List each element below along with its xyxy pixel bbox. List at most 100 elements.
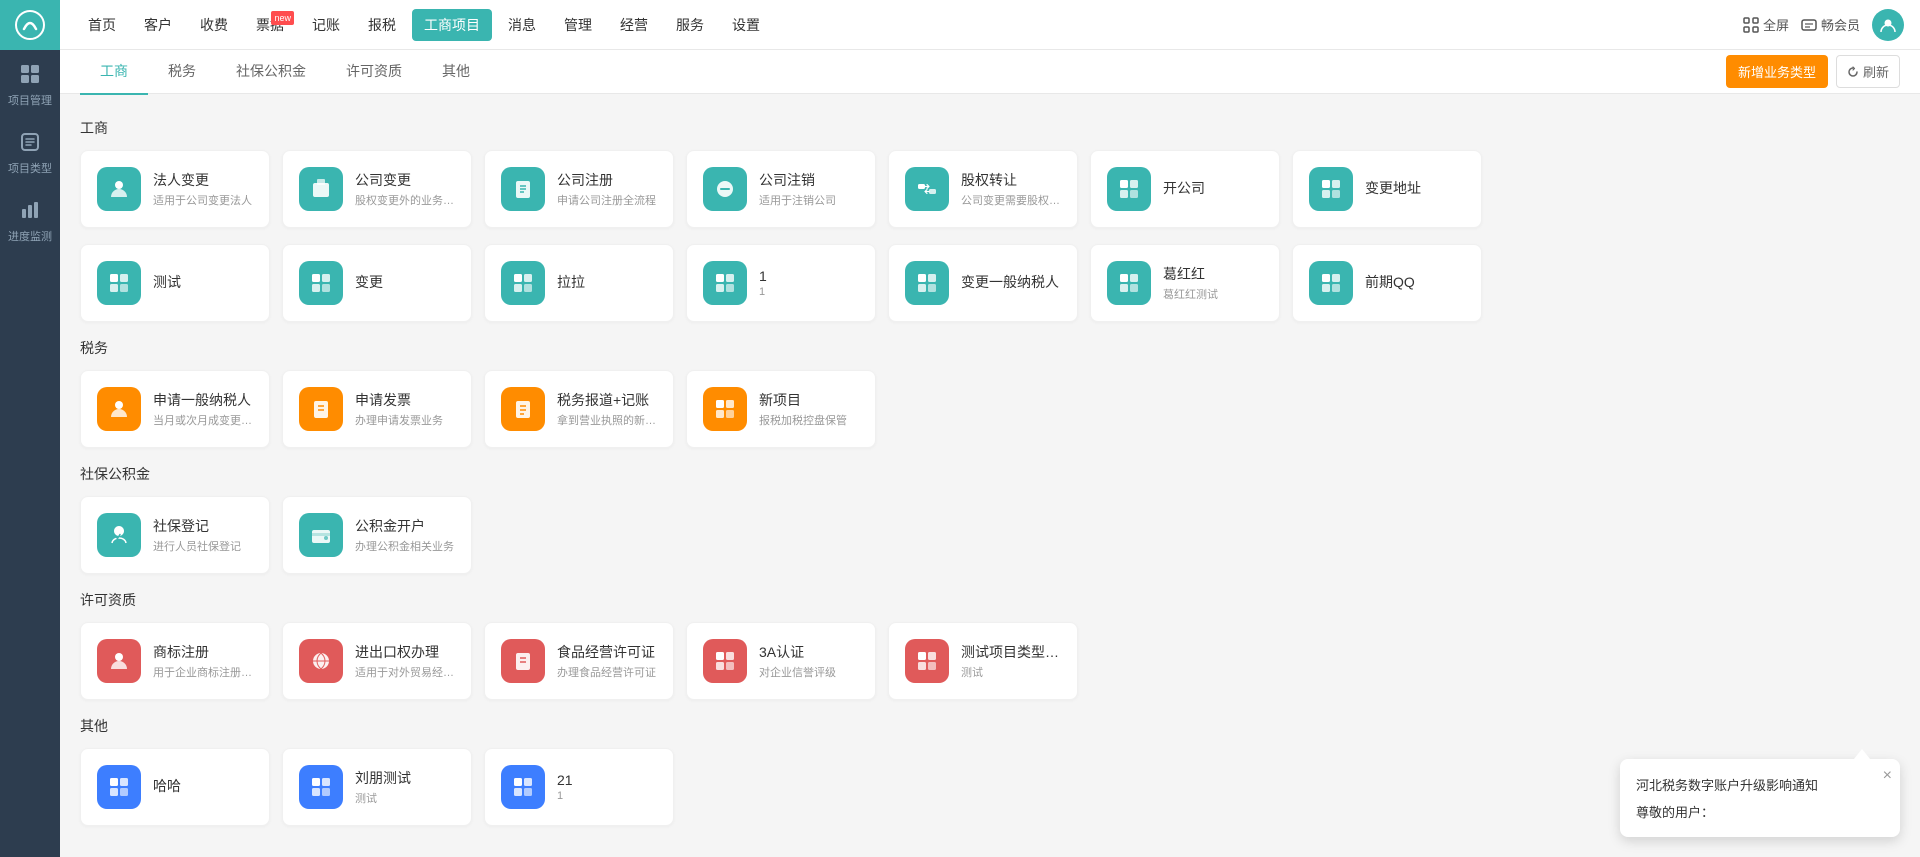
card-gehonghong[interactable]: 葛红红 葛红红测试 (1090, 244, 1280, 322)
nav-settings[interactable]: 设置 (720, 9, 772, 41)
cards-grid-permit: 商标注册 用于企业商标注册服务 进出口权办理 适用于对外贸易经营者 (80, 622, 1900, 700)
section-title-other: 其他 (80, 716, 1900, 736)
nav-management[interactable]: 管理 (552, 9, 604, 41)
card-twenty-one[interactable]: 21 1 (484, 748, 674, 826)
nav-services[interactable]: 服务 (664, 9, 716, 41)
card-info-3a-cert: 3A认证 对企业信誉评级 (759, 642, 859, 680)
card-icon-liupeng-test (299, 765, 343, 809)
scroll-content[interactable]: 工商 法人变更 适用于公司变更法人 (60, 94, 1920, 857)
card-open-company[interactable]: 开公司 (1090, 150, 1280, 228)
member-label: 畅会员 (1821, 15, 1860, 34)
tab-social[interactable]: 社保公积金 (216, 50, 326, 95)
tab-permit[interactable]: 许可资质 (326, 50, 422, 95)
notification-arrow (1854, 749, 1870, 759)
tag-icon (16, 128, 44, 156)
card-food-license[interactable]: 食品经营许可证 办理食品经营许可证 (484, 622, 674, 700)
card-change-address[interactable]: 变更地址 (1292, 150, 1482, 228)
nav-tax[interactable]: 报税 (356, 9, 408, 41)
refresh-button[interactable]: 刷新 (1836, 55, 1900, 88)
card-info-apply-invoice: 申请发票 办理申请发票业务 (355, 390, 455, 428)
content-area: 工商 税务 社保公积金 许可资质 其他 新增业务类型 刷新 工商 (60, 50, 1920, 857)
card-info-change2: 变更 (355, 272, 455, 294)
nav-home[interactable]: 首页 (76, 9, 128, 41)
new-type-button[interactable]: 新增业务类型 (1726, 55, 1828, 88)
card-info-new-project: 新项目 报税加税控盘保管 (759, 390, 859, 428)
tab-tax[interactable]: 税务 (148, 50, 216, 95)
card-info-open-company: 开公司 (1163, 178, 1263, 200)
section-title-biz: 工商 (80, 118, 1900, 138)
card-icon-test-type (905, 639, 949, 683)
sidebar-item-project-mgmt[interactable]: 项目管理 (0, 50, 60, 118)
notification-close-button[interactable]: × (1883, 767, 1892, 785)
notification-content: 尊敬的用户： (1636, 802, 1884, 821)
tab-biz[interactable]: 工商 (80, 50, 148, 95)
card-icon-one (703, 261, 747, 305)
card-haha[interactable]: 哈哈 (80, 748, 270, 826)
card-info-apply-taxpayer: 申请一般纳税人 当月或次月成变更完成 (153, 390, 253, 428)
card-info-legal-change: 法人变更 适用于公司变更法人 (153, 170, 253, 208)
card-icon-qianqi-qq (1309, 261, 1353, 305)
nav-messages[interactable]: 消息 (496, 9, 548, 41)
card-info-company-change: 公司变更 股权变更外的业务变更 (355, 170, 455, 208)
card-apply-invoice[interactable]: 申请发票 办理申请发票业务 (282, 370, 472, 448)
card-import-export[interactable]: 进出口权办理 适用于对外贸易经营者 (282, 622, 472, 700)
card-icon-open-company (1107, 167, 1151, 211)
card-info-food-license: 食品经营许可证 办理食品经营许可证 (557, 642, 657, 680)
sidebar-label-project-type: 项目类型 (8, 160, 52, 176)
card-info-gehonghong: 葛红红 葛红红测试 (1163, 264, 1263, 302)
card-info-company-cancel: 公司注销 适用于注销公司 (759, 170, 859, 208)
card-icon-twenty-one (501, 765, 545, 809)
nav-customer[interactable]: 客户 (132, 9, 184, 41)
card-info-tax-bookkeeping: 税务报道+记账 拿到营业执照的新公司 (557, 390, 657, 428)
card-info-haha: 哈哈 (153, 776, 253, 798)
card-icon-social-register (97, 513, 141, 557)
card-icon-change2 (299, 261, 343, 305)
card-new-project[interactable]: 新项目 报税加税控盘保管 (686, 370, 876, 448)
nav-bizproject[interactable]: 工商项目 (412, 9, 492, 41)
card-icon-new-project (703, 387, 747, 431)
card-info-social-register: 社保登记 进行人员社保登记 (153, 516, 253, 554)
nav-tickets[interactable]: 票据 new (244, 9, 296, 41)
card-test-type[interactable]: 测试项目类型目定义 测试 (888, 622, 1078, 700)
cards-grid-biz: 法人变更 适用于公司变更法人 公司变更 股权变更外的业务变更 (80, 150, 1900, 228)
sidebar-item-progress-monitor[interactable]: 进度监测 (0, 186, 60, 254)
chart-icon (16, 196, 44, 224)
card-icon-company-register (501, 167, 545, 211)
card-company-change[interactable]: 公司变更 股权变更外的业务变更 (282, 150, 472, 228)
card-lala[interactable]: 拉拉 (484, 244, 674, 322)
avatar[interactable] (1872, 9, 1904, 41)
nav-operations[interactable]: 经营 (608, 9, 660, 41)
card-legal-change[interactable]: 法人变更 适用于公司变更法人 (80, 150, 270, 228)
card-tax-bookkeeping[interactable]: 税务报道+记账 拿到营业执照的新公司 (484, 370, 674, 448)
card-3a-cert[interactable]: 3A认证 对企业信誉评级 (686, 622, 876, 700)
tab-other[interactable]: 其他 (422, 50, 490, 95)
card-social-register[interactable]: 社保登记 进行人员社保登记 (80, 496, 270, 574)
card-trademark[interactable]: 商标注册 用于企业商标注册服务 (80, 622, 270, 700)
card-fund-account[interactable]: 公积金开户 办理公积金相关业务 (282, 496, 472, 574)
sidebar-logo[interactable] (0, 0, 60, 50)
nav-accounting[interactable]: 记账 (300, 9, 352, 41)
card-equity-transfer[interactable]: 股权转让 公司变更需要股权转让 (888, 150, 1078, 228)
card-icon-food-license (501, 639, 545, 683)
card-change-taxpayer[interactable]: 变更一般纳税人 (888, 244, 1078, 322)
notification-title: 河北税务数字账户升级影响通知 (1636, 775, 1884, 794)
nav-billing[interactable]: 收费 (188, 9, 240, 41)
card-change2[interactable]: 变更 (282, 244, 472, 322)
card-test[interactable]: 测试 (80, 244, 270, 322)
card-info-import-export: 进出口权办理 适用于对外贸易经营者 (355, 642, 455, 680)
top-nav: 首页 客户 收费 票据 new 记账 报税 工商项目 消息 管理 经营 服务 设… (60, 0, 1920, 50)
card-liupeng-test[interactable]: 刘朋测试 测试 (282, 748, 472, 826)
tab-actions: 新增业务类型 刷新 (1726, 55, 1900, 88)
card-info-company-register: 公司注册 申请公司注册全流程 (557, 170, 657, 208)
section-title-tax: 税务 (80, 338, 1900, 358)
card-icon-apply-taxpayer (97, 387, 141, 431)
card-company-register[interactable]: 公司注册 申请公司注册全流程 (484, 150, 674, 228)
card-icon-company-cancel (703, 167, 747, 211)
card-company-cancel[interactable]: 公司注销 适用于注销公司 (686, 150, 876, 228)
fullscreen-btn[interactable]: 全屏 (1743, 15, 1789, 34)
member-btn[interactable]: 畅会员 (1801, 15, 1860, 34)
card-apply-taxpayer[interactable]: 申请一般纳税人 当月或次月成变更完成 (80, 370, 270, 448)
card-one[interactable]: 1 1 (686, 244, 876, 322)
sidebar-item-project-type[interactable]: 项目类型 (0, 118, 60, 186)
card-qianqi-qq[interactable]: 前期QQ (1292, 244, 1482, 322)
